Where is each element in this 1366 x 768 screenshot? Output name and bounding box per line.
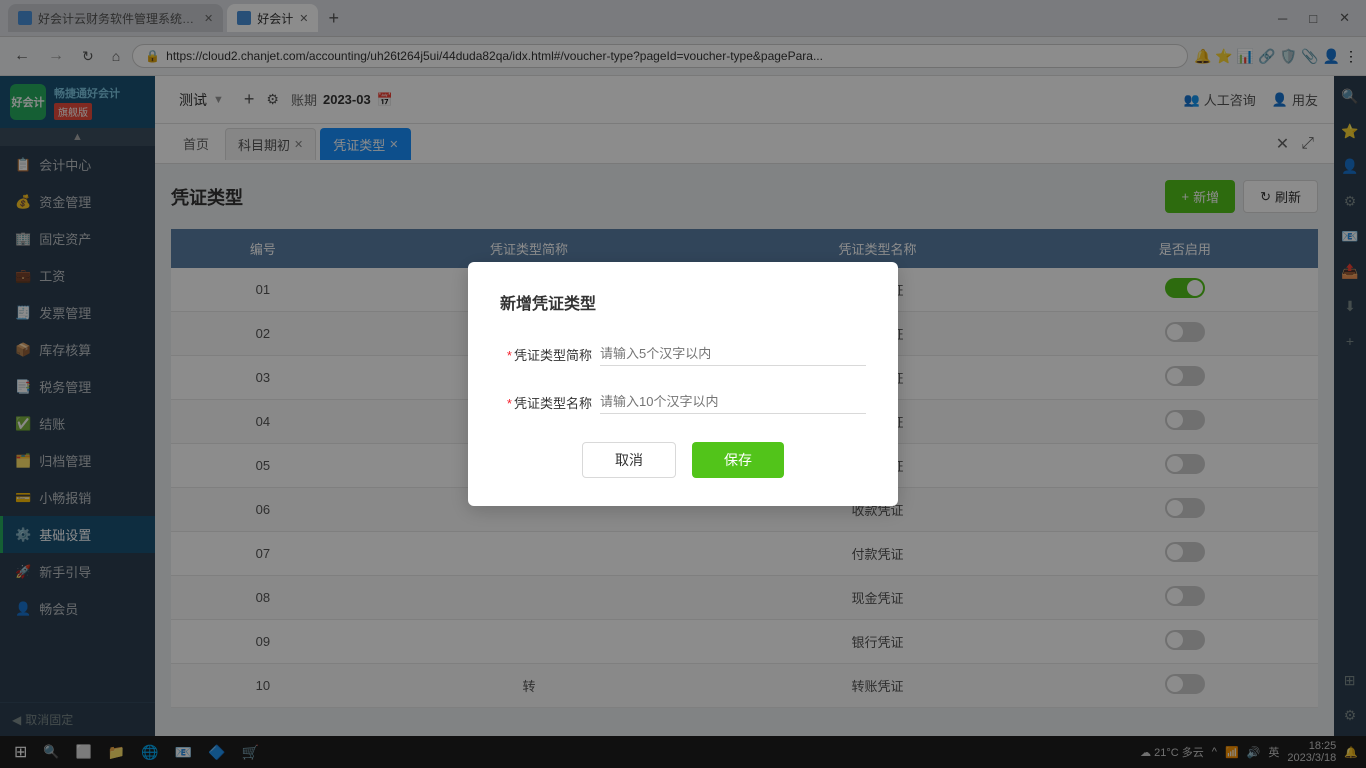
modal-footer: 取消 保存: [500, 442, 866, 478]
form-field-fullname: *凭证类型名称: [500, 390, 866, 414]
form-field-short: *凭证类型简称: [500, 342, 866, 366]
modal-title: 新增凭证类型: [500, 290, 866, 314]
modal-overlay: 新增凭证类型 *凭证类型简称 *凭证类型名称 取消 保存: [0, 0, 1366, 768]
short-name-input[interactable]: [600, 342, 866, 366]
full-name-label: *凭证类型名称: [500, 393, 600, 412]
required-star-2: *: [507, 396, 512, 411]
short-name-label: *凭证类型简称: [500, 345, 600, 364]
required-star-1: *: [507, 348, 512, 363]
modal-dialog: 新增凭证类型 *凭证类型简称 *凭证类型名称 取消 保存: [468, 262, 898, 506]
full-name-input[interactable]: [600, 390, 866, 414]
cancel-button[interactable]: 取消: [582, 442, 676, 478]
save-button[interactable]: 保存: [692, 442, 784, 478]
